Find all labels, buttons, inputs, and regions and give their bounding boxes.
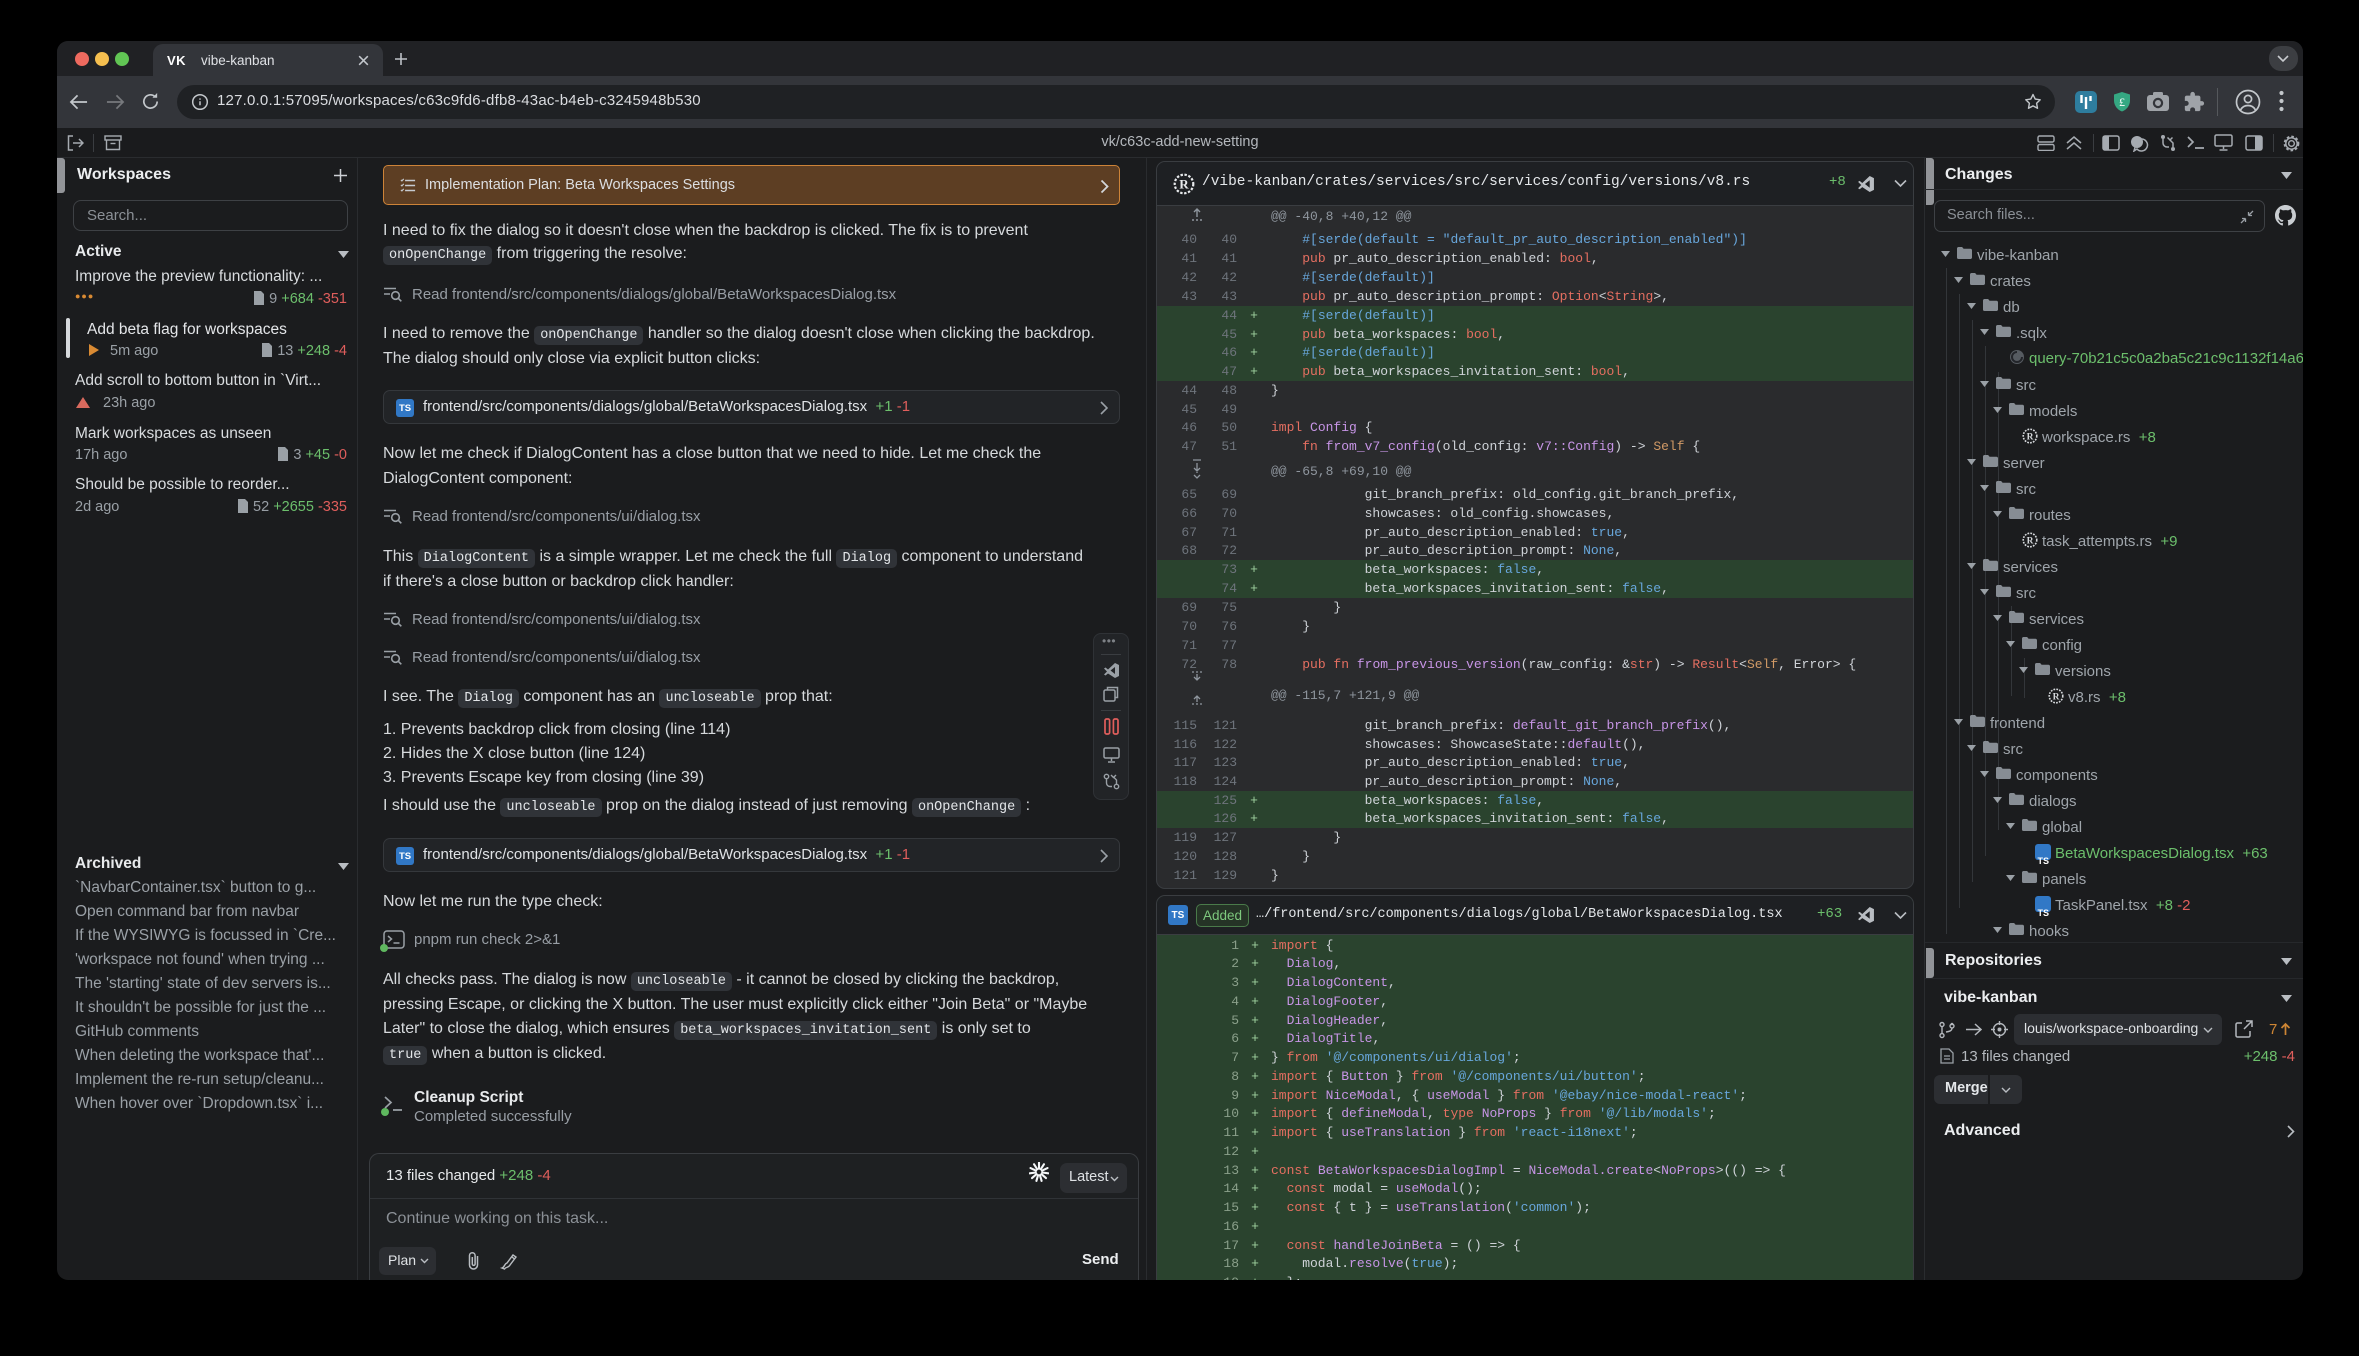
svg-text:£: £ (2119, 95, 2125, 109)
svg-text:R: R (1179, 177, 1189, 192)
svg-text:R: R (2053, 692, 2060, 702)
svg-text:R: R (2027, 536, 2034, 546)
svg-text:R: R (2027, 432, 2034, 442)
